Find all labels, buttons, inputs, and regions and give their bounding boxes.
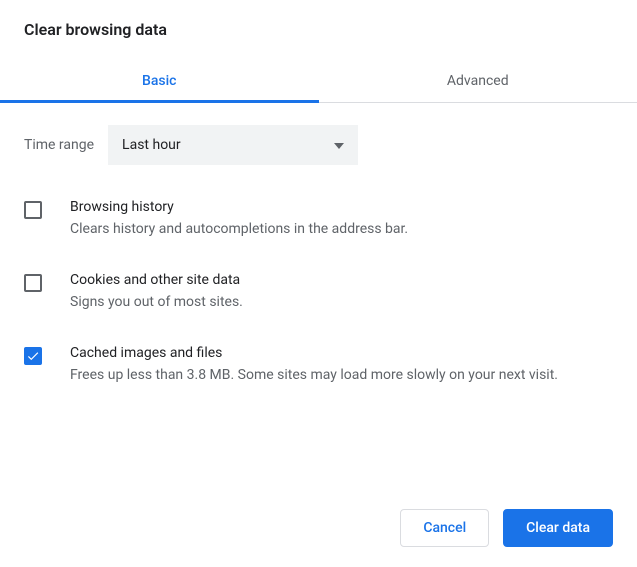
option-cached[interactable]: Cached images and files Frees up less th… <box>24 345 613 386</box>
time-range-select[interactable]: Last hour <box>108 125 358 165</box>
dialog-content: Time range Last hour Browsing history Cl… <box>24 103 613 386</box>
tabs: Basic Advanced <box>0 59 637 103</box>
option-title: Cached images and files <box>70 345 613 361</box>
dialog-title: Clear browsing data <box>24 20 613 39</box>
dropdown-arrow-icon <box>334 137 344 153</box>
option-title: Cookies and other site data <box>70 272 613 288</box>
option-title: Browsing history <box>70 199 613 215</box>
checkbox-cached[interactable] <box>24 347 42 365</box>
time-range-value: Last hour <box>122 137 181 153</box>
tab-basic[interactable]: Basic <box>0 59 319 102</box>
option-text: Cached images and files Frees up less th… <box>70 345 613 386</box>
option-browsing-history[interactable]: Browsing history Clears history and auto… <box>24 199 613 240</box>
option-text: Cookies and other site data Signs you ou… <box>70 272 613 313</box>
cancel-button[interactable]: Cancel <box>400 509 489 547</box>
time-range-row: Time range Last hour <box>24 125 613 165</box>
option-text: Browsing history Clears history and auto… <box>70 199 613 240</box>
dialog-buttons: Cancel Clear data <box>400 509 613 547</box>
clear-data-button[interactable]: Clear data <box>503 509 613 547</box>
checkbox-browsing-history[interactable] <box>24 201 42 219</box>
clear-browsing-data-dialog: Clear browsing data Basic Advanced Time … <box>0 0 637 386</box>
option-cookies[interactable]: Cookies and other site data Signs you ou… <box>24 272 613 313</box>
checkbox-cookies[interactable] <box>24 274 42 292</box>
option-desc: Clears history and autocompletions in th… <box>70 219 613 240</box>
time-range-label: Time range <box>24 137 94 153</box>
option-desc: Frees up less than 3.8 MB. Some sites ma… <box>70 365 613 386</box>
tab-advanced[interactable]: Advanced <box>319 59 637 102</box>
option-desc: Signs you out of most sites. <box>70 292 613 313</box>
